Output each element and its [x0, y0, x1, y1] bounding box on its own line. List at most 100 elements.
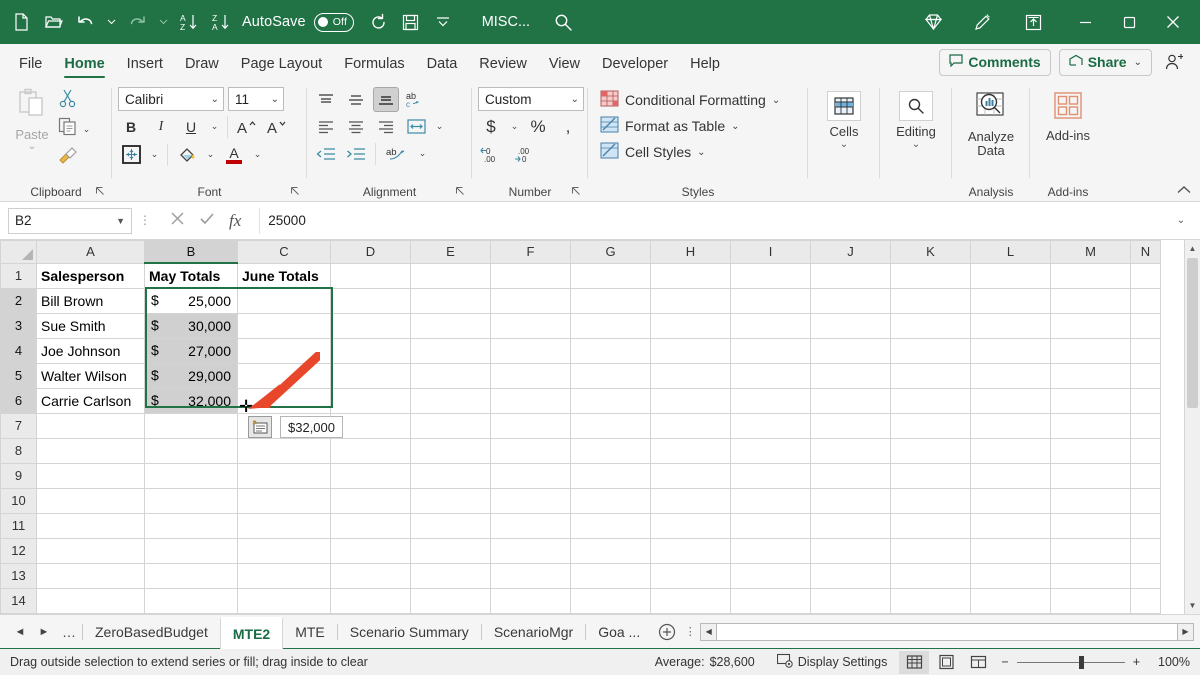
bold-button[interactable]: B [118, 114, 144, 139]
number-dialog-launcher-icon[interactable] [571, 186, 581, 199]
cell-k11[interactable] [891, 513, 971, 538]
cell-j7[interactable] [811, 413, 891, 438]
copy-button[interactable]: ⌄ [58, 116, 93, 142]
redo-icon[interactable] [122, 7, 152, 37]
cell-h1[interactable] [651, 263, 731, 288]
cell-l7[interactable] [971, 413, 1051, 438]
row-header-12[interactable]: 12 [1, 538, 37, 563]
cell-g13[interactable] [571, 563, 651, 588]
add-ins-button[interactable]: Add-ins [1036, 85, 1100, 182]
column-header-l[interactable]: L [971, 241, 1051, 264]
formula-input[interactable]: 25000 [259, 208, 1164, 234]
cell-f14[interactable] [491, 588, 571, 613]
editing-button[interactable]: Editing ⌄ [886, 85, 946, 182]
cut-button[interactable] [58, 88, 93, 114]
cells-chevron-down-icon[interactable]: ⌄ [840, 139, 848, 150]
zoom-out-button[interactable]: − [1001, 655, 1008, 669]
cell-c2[interactable] [238, 288, 331, 313]
conditional-formatting-chevron-down-icon[interactable]: ⌄ [772, 95, 780, 106]
cell-l4[interactable] [971, 338, 1051, 363]
cell-b11[interactable] [145, 513, 238, 538]
cell-f6[interactable] [491, 388, 571, 413]
cell-c14[interactable] [238, 588, 331, 613]
cell-m14[interactable] [1051, 588, 1131, 613]
cell-i6[interactable] [731, 388, 811, 413]
view-page-break-preview-button[interactable] [963, 651, 993, 674]
row-header-13[interactable]: 13 [1, 563, 37, 588]
cell-e4[interactable] [411, 338, 491, 363]
vertical-scroll-thumb[interactable] [1187, 258, 1198, 408]
cell-l13[interactable] [971, 563, 1051, 588]
cell-d1[interactable] [331, 263, 411, 288]
column-header-g[interactable]: G [571, 241, 651, 264]
cell-k3[interactable] [891, 313, 971, 338]
cell-n4[interactable] [1131, 338, 1161, 363]
cell-f2[interactable] [491, 288, 571, 313]
column-header-b[interactable]: B [145, 241, 238, 264]
cell-l6[interactable] [971, 388, 1051, 413]
cell-d3[interactable] [331, 313, 411, 338]
column-header-j[interactable]: J [811, 241, 891, 264]
cell-g6[interactable] [571, 388, 651, 413]
cell-a4[interactable]: Joe Johnson [37, 338, 145, 363]
cell-f5[interactable] [491, 363, 571, 388]
format-as-table-chevron-down-icon[interactable]: ⌄ [731, 121, 739, 132]
cell-m1[interactable] [1051, 263, 1131, 288]
tab-formulas[interactable]: Formulas [333, 48, 415, 80]
cell-l12[interactable] [971, 538, 1051, 563]
cell-k12[interactable] [891, 538, 971, 563]
collapse-ribbon-button[interactable] [1176, 184, 1192, 198]
cell-b13[interactable] [145, 563, 238, 588]
cell-h5[interactable] [651, 363, 731, 388]
cell-a1[interactable]: Salesperson [37, 263, 145, 288]
cell-e9[interactable] [411, 463, 491, 488]
cell-d13[interactable] [331, 563, 411, 588]
cell-d5[interactable] [331, 363, 411, 388]
name-box-chevron-down-icon[interactable]: ▼ [116, 216, 125, 226]
tab-developer[interactable]: Developer [591, 48, 679, 80]
cell-k9[interactable] [891, 463, 971, 488]
share-with-people-icon[interactable] [1160, 47, 1190, 77]
sheet-tab-zerobasedbudget[interactable]: ZeroBasedBudget [83, 616, 220, 648]
cell-a13[interactable] [37, 563, 145, 588]
cell-b1[interactable]: May Totals [145, 263, 238, 288]
cell-e7[interactable] [411, 413, 491, 438]
cell-m12[interactable] [1051, 538, 1131, 563]
cell-i13[interactable] [731, 563, 811, 588]
accounting-chevron-down-icon[interactable]: ⌄ [508, 121, 521, 132]
cell-a8[interactable] [37, 438, 145, 463]
cell-c3[interactable] [238, 313, 331, 338]
scroll-up-arrow-icon[interactable]: ▲ [1185, 240, 1200, 257]
percent-format-button[interactable]: % [525, 114, 551, 139]
cell-b7[interactable] [145, 413, 238, 438]
merge-center-chevron-down-icon[interactable]: ⌄ [416, 148, 429, 159]
cell-m8[interactable] [1051, 438, 1131, 463]
cell-n1[interactable] [1131, 263, 1161, 288]
cell-j9[interactable] [811, 463, 891, 488]
cell-k7[interactable] [891, 413, 971, 438]
sort-descending-icon[interactable]: ZA [206, 7, 236, 37]
paste-button[interactable]: Paste ⌄ [6, 85, 58, 152]
cell-j11[interactable] [811, 513, 891, 538]
cell-i1[interactable] [731, 263, 811, 288]
paste-chevron-down-icon[interactable]: ⌄ [28, 142, 36, 152]
display-settings-button[interactable]: Display Settings [767, 653, 898, 671]
undo-icon[interactable] [70, 7, 100, 37]
cell-m13[interactable] [1051, 563, 1131, 588]
pen-icon[interactable] [968, 7, 998, 37]
cell-k1[interactable] [891, 263, 971, 288]
tab-page-layout[interactable]: Page Layout [230, 48, 333, 80]
cell-f12[interactable] [491, 538, 571, 563]
cell-f7[interactable] [491, 413, 571, 438]
decrease-font-size-button[interactable]: A [264, 114, 290, 139]
cell-i5[interactable] [731, 363, 811, 388]
new-document-icon[interactable] [6, 7, 36, 37]
cell-h14[interactable] [651, 588, 731, 613]
tab-data[interactable]: Data [416, 48, 469, 80]
tab-insert[interactable]: Insert [116, 48, 174, 80]
cell-i12[interactable] [731, 538, 811, 563]
cell-c10[interactable] [238, 488, 331, 513]
tab-draw[interactable]: Draw [174, 48, 230, 80]
comma-format-button[interactable]: ‚ [555, 114, 581, 139]
cell-c6[interactable] [238, 388, 331, 413]
